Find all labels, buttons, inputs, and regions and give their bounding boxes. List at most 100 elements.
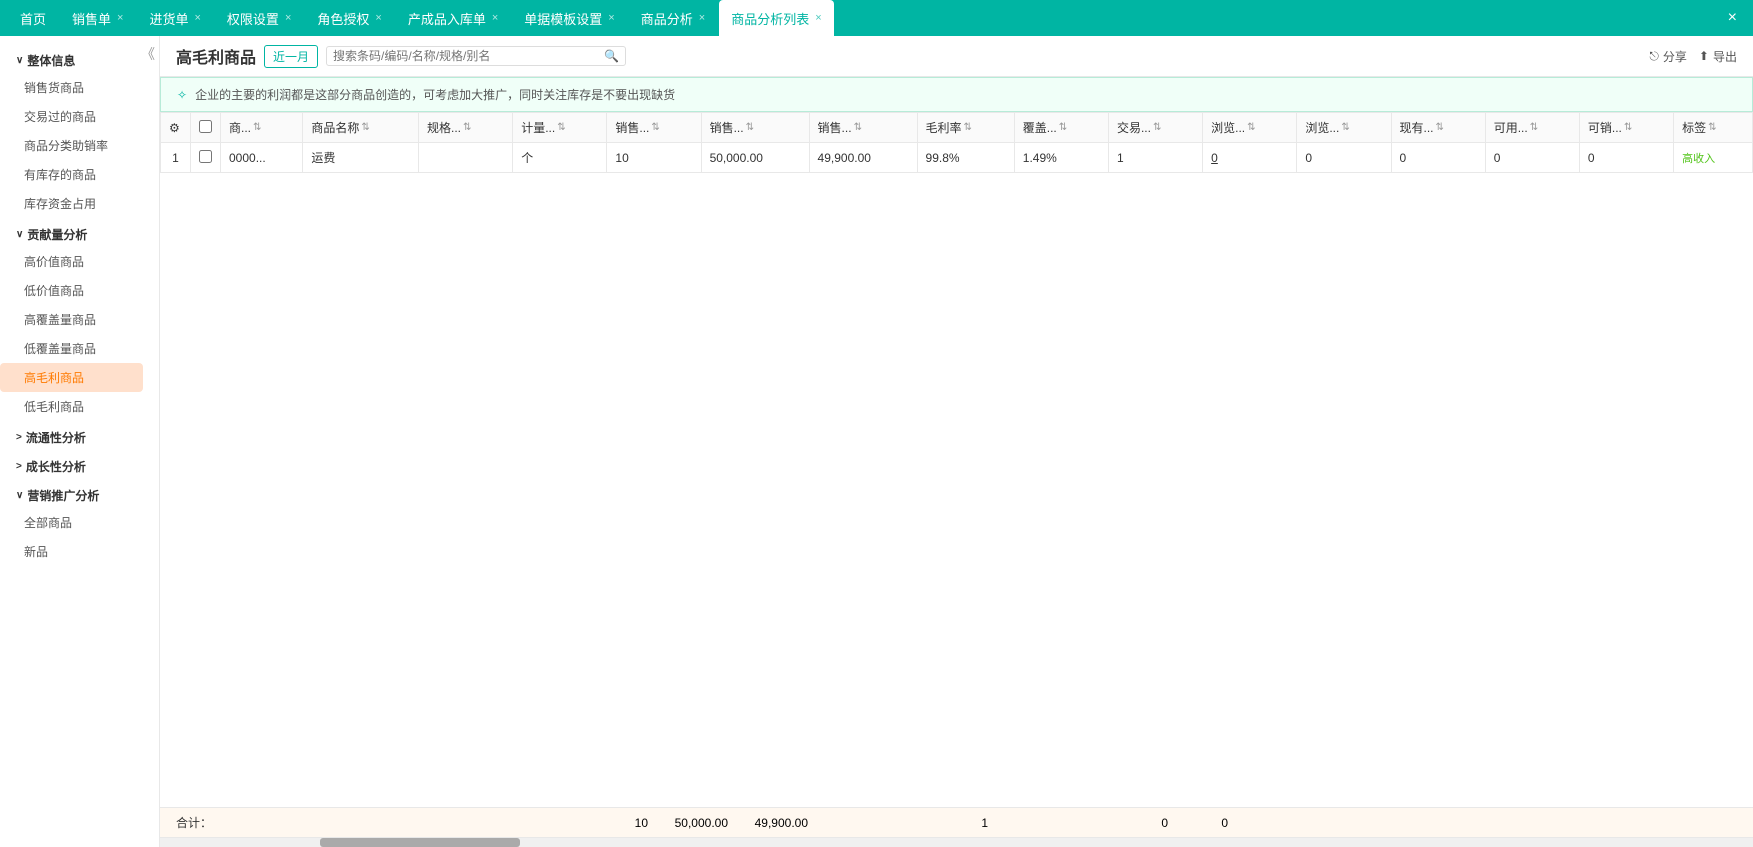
footer-cell: 49,900.00 xyxy=(736,816,816,830)
row-trade: 1 xyxy=(1108,143,1202,173)
col-header-grossMargin[interactable]: 毛利率 ⇅ xyxy=(917,113,1014,143)
sidebar-group-流通性分析[interactable]: >流通性分析 xyxy=(0,421,143,450)
sidebar-item-高价值商品[interactable]: 高价值商品 xyxy=(0,247,143,276)
sidebar-group-成长性分析[interactable]: >成长性分析 xyxy=(0,450,143,479)
search-icon[interactable]: 🔍 xyxy=(604,49,619,63)
col-header-code[interactable]: 商... ⇅ xyxy=(221,113,303,143)
nav-close-icon[interactable]: × xyxy=(194,12,200,24)
col-header-browse2[interactable]: 浏览... ⇅ xyxy=(1297,113,1391,143)
col-header-browse1[interactable]: 浏览... ⇅ xyxy=(1203,113,1297,143)
sidebar: 《 ∨整体信息销售货商品交易过的商品商品分类助销率有库存的商品库存资金占用∨贡献… xyxy=(0,36,160,847)
info-banner: ✧ 企业的主要的利润都是这部分商品创造的，可考虑加大推广，同时关注库存是不要出现… xyxy=(160,77,1753,112)
select-all-checkbox[interactable] xyxy=(199,120,212,133)
row-spec xyxy=(419,143,513,173)
footer-cell: 0 xyxy=(1116,816,1176,830)
search-box: 🔍 xyxy=(326,46,626,66)
sidebar-item-库存资金占用[interactable]: 库存资金占用 xyxy=(0,189,143,218)
nav-item-产成品入库单[interactable]: 产成品入库单× xyxy=(396,0,510,36)
nav-item-权限设置[interactable]: 权限设置× xyxy=(215,0,303,36)
nav-close-icon[interactable]: × xyxy=(815,12,821,24)
footer-cell: 50,000.00 xyxy=(656,816,736,830)
row-saleable: 0 xyxy=(1579,143,1673,173)
col-header-coverage[interactable]: 覆盖... ⇅ xyxy=(1014,113,1108,143)
row-code: 0000... xyxy=(221,143,303,173)
nav-item-商品分析列表[interactable]: 商品分析列表× xyxy=(719,0,833,36)
col-header-saleCost[interactable]: 销售... ⇅ xyxy=(809,113,917,143)
close-window-button[interactable]: × xyxy=(1720,9,1745,27)
table-container[interactable]: ⚙商... ⇅商品名称 ⇅规格... ⇅计量... ⇅销售... ⇅销售... … xyxy=(160,112,1753,807)
sidebar-item-商品分类助销率[interactable]: 商品分类助销率 xyxy=(0,131,143,160)
sidebar-item-低毛利商品[interactable]: 低毛利商品 xyxy=(0,392,143,421)
col-header-checkbox[interactable] xyxy=(191,113,221,143)
sidebar-item-交易过的商品[interactable]: 交易过的商品 xyxy=(0,102,143,131)
nav-close-icon[interactable]: × xyxy=(699,12,705,24)
filter-period-button[interactable]: 近一月 xyxy=(264,45,318,68)
footer-cell xyxy=(286,816,316,830)
footer-label: 合计： xyxy=(176,814,256,831)
nav-item-首页[interactable]: 首页 xyxy=(8,0,58,36)
bottom-scrollbar[interactable] xyxy=(160,837,1753,847)
content-header: 高毛利商品 近一月 🔍 ⎋ 分享 ⬆ 导出 xyxy=(160,36,1753,77)
row-sale-qty: 10 xyxy=(607,143,701,173)
footer-cell: 1 xyxy=(936,816,996,830)
nav-item-销售单[interactable]: 销售单× xyxy=(60,0,135,36)
footer-cell xyxy=(1236,816,1296,830)
content-area: 高毛利商品 近一月 🔍 ⎋ 分享 ⬆ 导出 ✧ 企业的主要的利润都是这部分商品创… xyxy=(160,36,1753,847)
row-tag: 高收入 xyxy=(1674,143,1753,173)
row-num: 1 xyxy=(161,143,191,173)
sidebar-item-低覆盖量商品[interactable]: 低覆盖量商品 xyxy=(0,334,143,363)
share-button[interactable]: ⎋ 分享 xyxy=(1649,48,1687,65)
sidebar-item-有库存的商品[interactable]: 有库存的商品 xyxy=(0,160,143,189)
header-actions: ⎋ 分享 ⬆ 导出 xyxy=(1649,48,1737,65)
footer-cell xyxy=(816,816,876,830)
row-browse2: 0 xyxy=(1297,143,1391,173)
nav-item-商品分析[interactable]: 商品分析× xyxy=(629,0,717,36)
sidebar-collapse-button[interactable]: 《 xyxy=(141,44,155,64)
main-layout: 《 ∨整体信息销售货商品交易过的商品商品分类助销率有库存的商品库存资金占用∨贡献… xyxy=(0,36,1753,847)
export-icon: ⬆ xyxy=(1699,49,1709,63)
col-header-trade[interactable]: 交易... ⇅ xyxy=(1108,113,1202,143)
col-header-available[interactable]: 可用... ⇅ xyxy=(1485,113,1579,143)
row-checkbox[interactable] xyxy=(199,150,212,163)
row-sale-amount: 50,000.00 xyxy=(701,143,809,173)
nav-close-icon[interactable]: × xyxy=(117,12,123,24)
footer-cell xyxy=(1056,816,1116,830)
footer-cell: 10 xyxy=(596,816,656,830)
col-header-unit[interactable]: 计量... ⇅ xyxy=(513,113,607,143)
nav-item-单据模板设置[interactable]: 单据模板设置× xyxy=(512,0,626,36)
col-header-saleAmount[interactable]: 销售... ⇅ xyxy=(701,113,809,143)
table-footer: 合计： 1050,000.0049,900.00100 xyxy=(160,807,1753,837)
footer-cell: 0 xyxy=(1176,816,1236,830)
sidebar-item-高覆盖量商品[interactable]: 高覆盖量商品 xyxy=(0,305,143,334)
nav-close-icon[interactable]: × xyxy=(285,12,291,24)
sidebar-group-营销推广分析[interactable]: ∨营销推广分析 xyxy=(0,479,143,508)
col-header-current[interactable]: 现有... ⇅ xyxy=(1391,113,1485,143)
sidebar-group-整体信息[interactable]: ∨整体信息 xyxy=(0,44,143,73)
col-header-settings[interactable]: ⚙ xyxy=(161,113,191,143)
sidebar-item-新品[interactable]: 新品 xyxy=(0,537,143,566)
row-cb xyxy=(191,143,221,173)
col-header-saleable[interactable]: 可销... ⇅ xyxy=(1579,113,1673,143)
nav-close-icon[interactable]: × xyxy=(375,12,381,24)
sidebar-item-全部商品[interactable]: 全部商品 xyxy=(0,508,143,537)
top-navigation: 首页销售单×进货单×权限设置×角色授权×产成品入库单×单据模板设置×商品分析×商… xyxy=(0,0,1753,36)
col-header-tag[interactable]: 标签 ⇅ xyxy=(1674,113,1753,143)
nav-item-进货单[interactable]: 进货单× xyxy=(137,0,212,36)
footer-cell xyxy=(316,816,376,830)
sidebar-item-销售货商品[interactable]: 销售货商品 xyxy=(0,73,143,102)
col-header-spec[interactable]: 规格... ⇅ xyxy=(419,113,513,143)
col-header-saleQty[interactable]: 销售... ⇅ xyxy=(607,113,701,143)
nav-close-icon[interactable]: × xyxy=(492,12,498,24)
sidebar-item-高毛利商品[interactable]: 高毛利商品 xyxy=(0,363,143,392)
row-browse1: 0 xyxy=(1203,143,1297,173)
col-header-name[interactable]: 商品名称 ⇅ xyxy=(303,113,419,143)
row-current: 0 xyxy=(1391,143,1485,173)
search-input[interactable] xyxy=(333,49,604,63)
sidebar-group-贡献量分析[interactable]: ∨贡献量分析 xyxy=(0,218,143,247)
nav-item-角色授权[interactable]: 角色授权× xyxy=(305,0,393,36)
data-table: ⚙商... ⇅商品名称 ⇅规格... ⇅计量... ⇅销售... ⇅销售... … xyxy=(160,112,1753,173)
nav-close-icon[interactable]: × xyxy=(608,12,614,24)
export-button[interactable]: ⬆ 导出 xyxy=(1699,48,1737,65)
row-available: 0 xyxy=(1485,143,1579,173)
sidebar-item-低价值商品[interactable]: 低价值商品 xyxy=(0,276,143,305)
